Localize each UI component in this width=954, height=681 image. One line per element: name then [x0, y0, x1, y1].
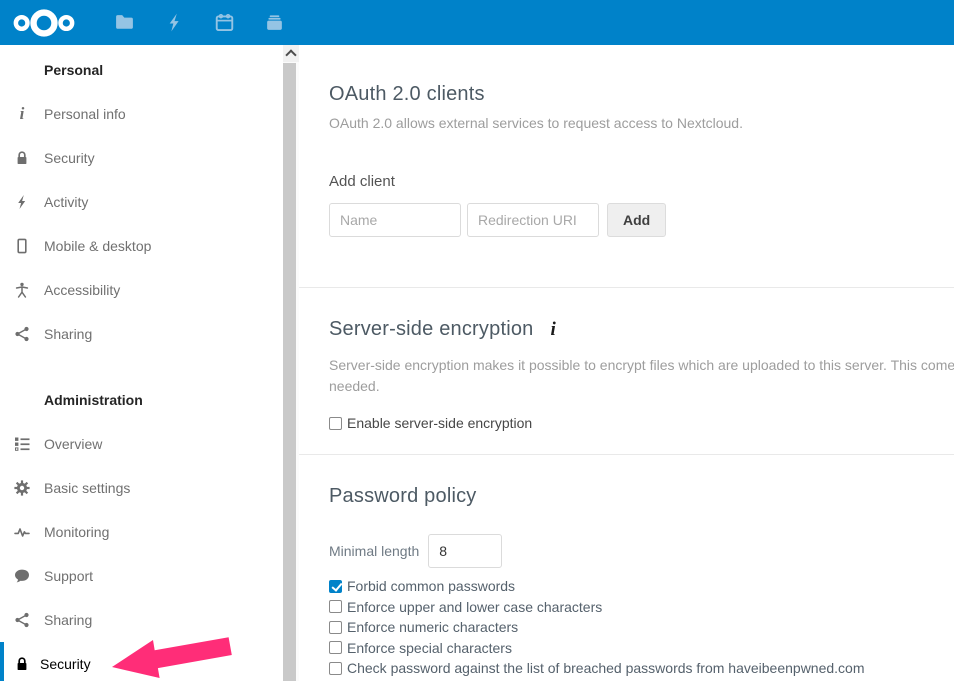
sidebar-item-accessibility[interactable]: Accessibility — [0, 268, 283, 312]
sidebar-item-label: Sharing — [44, 326, 92, 342]
password-policy-section: Password policy Minimal length Forbid co… — [299, 455, 954, 679]
sidebar-item-security[interactable]: Security — [0, 642, 283, 681]
oauth-description: OAuth 2.0 allows external services to re… — [329, 115, 954, 131]
minimal-length-row: Minimal length — [329, 534, 954, 568]
sidebar-item-monitoring[interactable]: Monitoring — [0, 510, 283, 554]
add-client-label: Add client — [329, 173, 954, 190]
share-icon — [0, 612, 44, 628]
policy-checkbox-enforce-upper-and-lower-case-characters[interactable] — [329, 600, 342, 613]
sidebar-item-overview[interactable]: Overview — [0, 422, 283, 466]
policy-checkbox-enforce-numeric-characters[interactable] — [329, 621, 342, 634]
chat-icon — [0, 568, 44, 584]
sidebar-item-activity[interactable]: Activity — [0, 180, 283, 224]
pulse-icon — [0, 524, 44, 540]
sidebar-item-personal-info[interactable]: iPersonal info — [0, 92, 283, 136]
encryption-description: Server-side encryption makes it possible… — [329, 355, 954, 397]
encryption-title: Server-side encryption i — [329, 288, 954, 341]
scrollbar-thumb[interactable] — [283, 63, 296, 681]
policy-row-enforce-upper-and-lower-case-characters[interactable]: Enforce upper and lower case characters — [329, 597, 954, 618]
sidebar-item-label: Activity — [44, 194, 88, 210]
password-policy-checkboxes: Forbid common passwords Enforce upper and… — [329, 576, 954, 679]
sidebar-item-label: Personal info — [44, 106, 126, 122]
policy-row-check-password-against-the-list-of-breac[interactable]: Check password against the list of breac… — [329, 658, 954, 679]
app-navigation — [99, 0, 299, 45]
sidebar-item-label: Overview — [44, 436, 102, 452]
enable-encryption-row[interactable]: Enable server-side encryption — [329, 415, 954, 431]
password-policy-title: Password policy — [329, 455, 954, 508]
sidebar-item-sharing[interactable]: Sharing — [0, 312, 283, 356]
info-icon[interactable]: i — [551, 319, 556, 341]
encryption-section: Server-side encryption i Server-side enc… — [299, 288, 954, 455]
list-icon — [0, 436, 44, 452]
sidebar-item-label: Support — [44, 568, 93, 584]
scroll-up-button[interactable] — [283, 45, 299, 62]
minimal-length-input[interactable] — [428, 534, 502, 568]
chevron-up-icon — [285, 49, 296, 60]
sidebar-item-label: Mobile & desktop — [44, 238, 151, 254]
bolt-icon — [0, 194, 44, 210]
sidebar-item-mobile-desktop[interactable]: Mobile & desktop — [0, 224, 283, 268]
sidebar-item-sharing[interactable]: Sharing — [0, 598, 283, 642]
policy-row-enforce-numeric-characters[interactable]: Enforce numeric characters — [329, 617, 954, 638]
sidebar-scrollbar[interactable] — [283, 45, 299, 681]
enable-encryption-label: Enable server-side encryption — [347, 415, 532, 431]
lock-icon — [0, 150, 44, 166]
sidebar-item-security[interactable]: Security — [0, 136, 283, 180]
settings-sidebar: PersonaliPersonal infoSecurityActivityMo… — [0, 45, 283, 681]
settings-content: OAuth 2.0 clients OAuth 2.0 allows exter… — [299, 45, 954, 681]
deck-app-icon[interactable] — [249, 0, 299, 45]
policy-row-forbid-common-passwords[interactable]: Forbid common passwords — [329, 576, 954, 597]
sidebar-item-label: Sharing — [44, 612, 92, 628]
encryption-description-line2: needed. — [329, 376, 954, 397]
add-client-form: Add — [329, 203, 954, 237]
sidebar-section-personal: PersonaliPersonal infoSecurityActivityMo… — [0, 48, 283, 356]
policy-checkbox-forbid-common-passwords[interactable] — [329, 580, 342, 593]
top-header-bar — [0, 0, 954, 45]
encryption-description-line1: Server-side encryption makes it possible… — [329, 355, 954, 376]
sidebar-item-label: Monitoring — [44, 524, 109, 540]
client-name-input[interactable] — [329, 203, 461, 237]
policy-checkbox-check-password-against-the-list-of-breac[interactable] — [329, 662, 342, 675]
activity-app-icon[interactable] — [149, 0, 199, 45]
policy-checkbox-enforce-special-characters[interactable] — [329, 641, 342, 654]
oauth-title: OAuth 2.0 clients — [329, 45, 954, 106]
policy-checkbox-label: Enforce numeric characters — [347, 619, 518, 635]
sidebar-item-label: Accessibility — [44, 282, 120, 298]
enable-encryption-checkbox[interactable] — [329, 417, 342, 430]
minimal-length-label: Minimal length — [329, 543, 419, 559]
sidebar-section-title: Personal — [0, 48, 283, 92]
sidebar-item-support[interactable]: Support — [0, 554, 283, 598]
phone-icon — [0, 238, 44, 254]
redirection-uri-input[interactable] — [467, 203, 599, 237]
gear-icon — [0, 480, 44, 496]
encryption-title-text: Server-side encryption — [329, 318, 534, 341]
sidebar-section-administration: Administration Overview Basic settings Moni… — [0, 378, 283, 681]
sidebar-item-label: Security — [40, 656, 91, 672]
sidebar-item-basic-settings[interactable]: Basic settings — [0, 466, 283, 510]
lock-icon — [0, 656, 44, 672]
calendar-app-icon[interactable] — [199, 0, 249, 45]
policy-checkbox-label: Check password against the list of breac… — [347, 660, 865, 676]
files-app-icon[interactable] — [99, 0, 149, 45]
policy-checkbox-label: Forbid common passwords — [347, 578, 515, 594]
accessibility-icon — [0, 282, 44, 298]
sidebar-item-label: Security — [44, 150, 95, 166]
add-client-button[interactable]: Add — [607, 203, 666, 237]
policy-checkbox-label: Enforce upper and lower case characters — [347, 599, 602, 615]
info-icon: i — [0, 106, 44, 122]
policy-row-enforce-special-characters[interactable]: Enforce special characters — [329, 638, 954, 659]
policy-checkbox-label: Enforce special characters — [347, 640, 512, 656]
nextcloud-logo-icon[interactable] — [11, 7, 77, 39]
share-icon — [0, 326, 44, 342]
sidebar-item-label: Basic settings — [44, 480, 130, 496]
sidebar-section-title: Administration — [0, 378, 283, 422]
oauth-section: OAuth 2.0 clients OAuth 2.0 allows exter… — [299, 45, 954, 288]
